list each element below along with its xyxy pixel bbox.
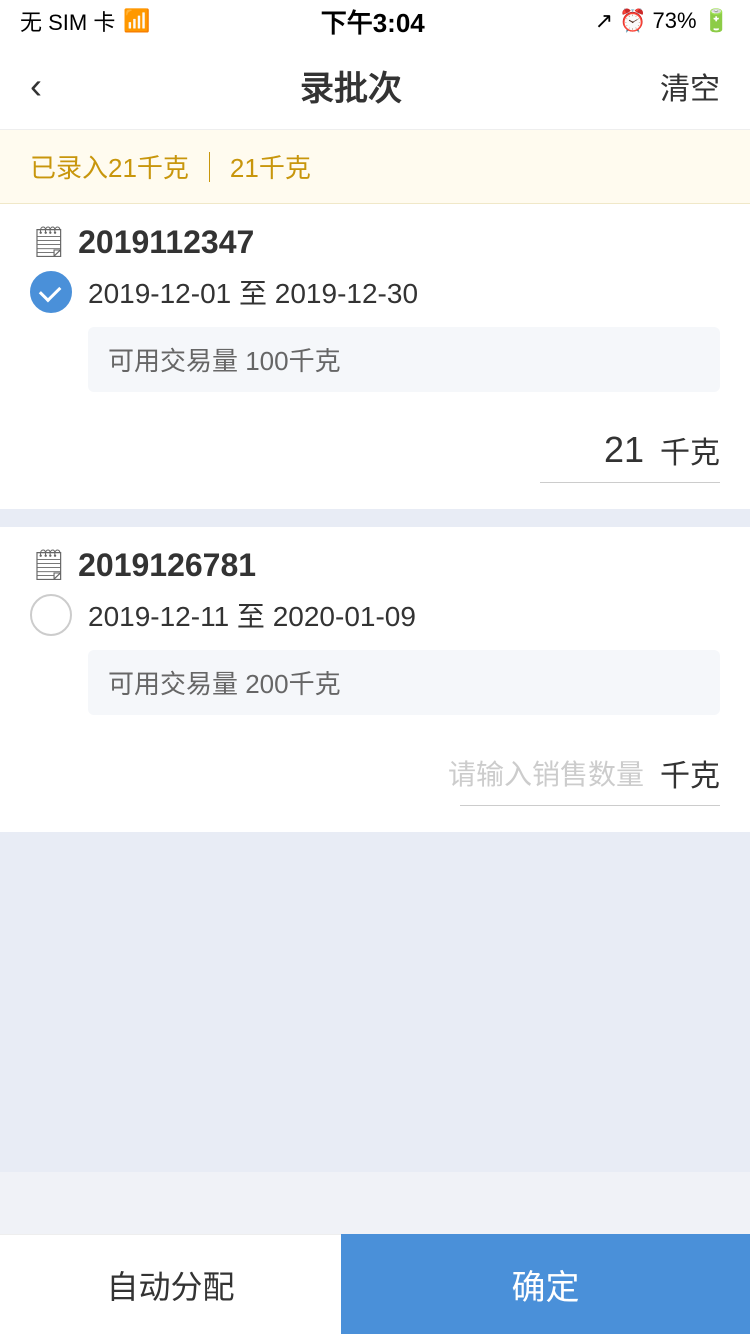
back-button[interactable]: ‹ <box>30 65 42 107</box>
status-time: 下午3:04 <box>321 3 425 40</box>
quantity-input-row-2[interactable]: 请输入销售数量 千克 <box>0 735 750 805</box>
batch-header-2: 🗒 2019126781 <box>30 547 720 584</box>
alarm-icon: ⏰ <box>619 8 646 34</box>
quantity-placeholder-2: 请输入销售数量 <box>448 753 644 793</box>
summary-label: 已录入21千克 <box>30 148 189 185</box>
battery-icon: 🔋 <box>703 8 730 34</box>
batch-card-1: 🗒 2019112347 2019-12-01 至 2019-12-30 可用交… <box>0 204 750 412</box>
status-right: ↗ ⏰ 73% 🔋 <box>595 8 730 34</box>
footer: 自动分配 确定 <box>0 1234 750 1334</box>
bottom-area <box>0 832 750 1172</box>
batch-header-1: 🗒 2019112347 <box>30 224 720 261</box>
summary-bar: 已录入21千克 21千克 <box>0 130 750 204</box>
batch-id-1: 2019112347 <box>78 224 254 261</box>
available-box-1: 可用交易量 100千克 <box>88 327 720 392</box>
confirm-button[interactable]: 确定 <box>341 1234 750 1334</box>
summary-value: 21千克 <box>230 148 311 185</box>
batch-date-row-1[interactable]: 2019-12-01 至 2019-12-30 <box>30 271 720 313</box>
quantity-row-1: 21 千克 <box>0 412 750 482</box>
available-box-2: 可用交易量 200千克 <box>88 650 720 715</box>
batch-icon-2: 🗒 <box>30 548 68 583</box>
status-left: 无 SIM 卡 📶 <box>20 5 151 37</box>
batch-card-2: 🗒 2019126781 2019-12-11 至 2020-01-09 可用交… <box>0 527 750 735</box>
radio-button-1[interactable] <box>30 271 72 313</box>
status-bar: 无 SIM 卡 📶 下午3:04 ↗ ⏰ 73% 🔋 <box>0 0 750 42</box>
nav-bar: ‹ 录批次 清空 <box>0 42 750 130</box>
quantity-value-1: 21 <box>604 429 644 471</box>
batch-date-1: 2019-12-01 至 2019-12-30 <box>88 272 418 312</box>
quantity-unit-2: 千克 <box>660 751 720 795</box>
radio-button-2[interactable] <box>30 594 72 636</box>
summary-divider <box>209 152 210 182</box>
page-title: 录批次 <box>300 61 402 110</box>
quantity-unit-1: 千克 <box>660 428 720 472</box>
batch-date-row-2[interactable]: 2019-12-11 至 2020-01-09 <box>30 594 720 636</box>
battery-text: 73% <box>653 8 697 34</box>
wifi-icon: 📶 <box>123 8 150 34</box>
clear-button[interactable]: 清空 <box>660 64 720 108</box>
location-icon: ↗ <box>595 8 613 34</box>
batch-id-2: 2019126781 <box>78 547 256 584</box>
auto-distribute-button[interactable]: 自动分配 <box>0 1234 341 1334</box>
section-divider <box>0 509 750 527</box>
batch-date-2: 2019-12-11 至 2020-01-09 <box>88 595 416 635</box>
carrier-text: 无 SIM 卡 <box>20 5 115 37</box>
batch-icon-1: 🗒 <box>30 225 68 260</box>
